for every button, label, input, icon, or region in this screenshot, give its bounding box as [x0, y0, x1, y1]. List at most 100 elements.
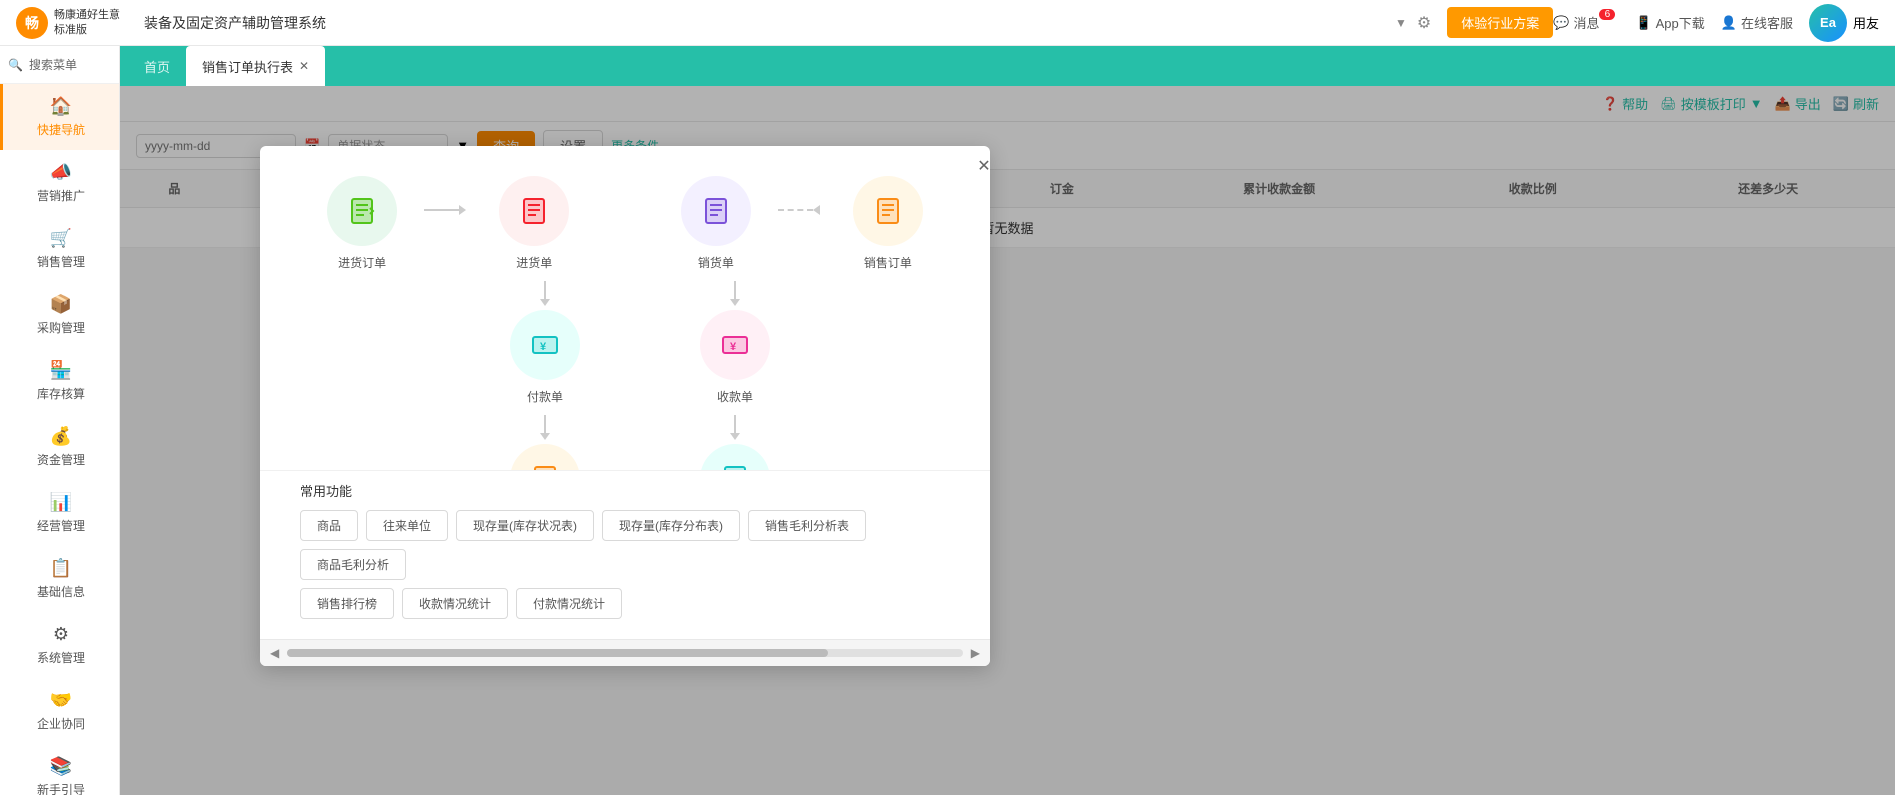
sidebar-search[interactable]: 🔍 搜索菜单: [0, 46, 119, 84]
sales-invoice-label: 销货单: [698, 254, 734, 271]
page-content: ❓ 帮助 🖨 按模板打印 ▼ 📤 导出 🔄 刷新: [120, 86, 1895, 795]
system-icon: ⚙: [53, 624, 69, 645]
app-download-button[interactable]: 📱 App下载: [1635, 13, 1704, 32]
logo-text: 畅康通好生意 标准版: [54, 8, 120, 37]
tab-close-icon[interactable]: ✕: [299, 59, 309, 73]
finance-icon: 💰: [50, 426, 72, 447]
modal-overlay: 进货订单: [120, 86, 1895, 795]
btn-stock-dist[interactable]: 现存量(库存分布表): [602, 510, 740, 541]
header-actions: 💬 消息 6 📱 App下载 👤 在线客服 Ea 用友: [1553, 4, 1879, 42]
btn-payment-stats[interactable]: 付款情况统计: [516, 588, 622, 619]
logo-area: 畅 畅康通好生意 标准版: [16, 7, 136, 39]
user-avatar-area[interactable]: Ea 用友: [1809, 4, 1879, 42]
purchase-receipt-circle: [499, 176, 569, 246]
supplier-ledger-circle: [510, 444, 580, 470]
sidebar-item-quick-nav[interactable]: 🏠 快捷导航: [0, 84, 119, 150]
vertical-arrows-row-2: [300, 415, 950, 440]
online-service-button[interactable]: 👤 在线客服: [1721, 13, 1793, 32]
payment-label: 付款单: [527, 388, 563, 405]
sidebar-item-purchase[interactable]: 📦 采购管理: [0, 282, 119, 348]
sidebar-item-base-info[interactable]: 📋 基础信息: [0, 546, 119, 612]
btn-stock-status[interactable]: 现存量(库存状况表): [456, 510, 594, 541]
tab-sales-order-exec[interactable]: 销售订单执行表 ✕: [186, 46, 325, 86]
sidebar: 🔍 搜索菜单 🏠 快捷导航 📣 营销推广 🛒 销售管理 📦 采购管理 🏪 库存核…: [0, 46, 120, 795]
btn-product[interactable]: 商品: [300, 510, 358, 541]
flow-payment[interactable]: ¥ 付款单: [480, 310, 610, 405]
message-button[interactable]: 💬 消息 6: [1553, 13, 1619, 32]
tab-bar: 首页 销售订单执行表 ✕: [120, 46, 1895, 86]
enterprise-icon: 🤝: [50, 690, 72, 711]
content-area: 首页 销售订单执行表 ✕ ❓ 帮助 🖨 按模板打印 ▼: [120, 46, 1895, 795]
top-header: 畅 畅康通好生意 标准版 装备及固定资产辅助管理系统 ▼ ⚙ 体验行业方案 💬 …: [0, 0, 1895, 46]
sales-invoice-circle: [681, 176, 751, 246]
common-title: 常用功能: [300, 481, 950, 500]
flow-receipt[interactable]: ¥ 收款单: [670, 310, 800, 405]
system-settings-icon[interactable]: ⚙: [1417, 13, 1431, 33]
flow-section: 进货订单: [260, 146, 990, 470]
sidebar-item-beginner[interactable]: 📚 新手引导: [0, 744, 119, 795]
flow-purchase-receipt[interactable]: 进货单: [472, 176, 596, 271]
flow-sales-invoice[interactable]: 销货单: [654, 176, 778, 271]
flow-supplier-ledger[interactable]: 供应商账本: [480, 444, 610, 470]
flow-customer-ledger[interactable]: 客户账本: [670, 444, 800, 470]
base-info-icon: 📋: [50, 558, 72, 579]
btn-counterparty[interactable]: 往来单位: [366, 510, 448, 541]
message-badge: 6: [1599, 9, 1615, 20]
beginner-icon: 📚: [50, 756, 72, 777]
common-buttons-row-2: 销售排行榜 收款情况统计 付款情况统计: [300, 588, 950, 619]
download-icon: 📱: [1635, 15, 1651, 31]
modal-close-button[interactable]: ✕: [972, 154, 996, 178]
main-layout: 🔍 搜索菜单 🏠 快捷导航 📣 营销推广 🛒 销售管理 📦 采购管理 🏪 库存核…: [0, 46, 1895, 795]
sidebar-item-finance[interactable]: 💰 资金管理: [0, 414, 119, 480]
operations-icon: 📊: [50, 492, 72, 513]
experience-button[interactable]: 体验行业方案: [1447, 7, 1553, 38]
scroll-row: ◀ ▶: [260, 639, 990, 666]
arrow-2: [778, 205, 826, 243]
sidebar-item-system[interactable]: ⚙ 系统管理: [0, 612, 119, 678]
arrow-1: [424, 205, 472, 243]
common-section: 常用功能 商品 往来单位 现存量(库存状况表) 现存量(库存分布表) 销售毛利分…: [260, 470, 990, 639]
purchase-order-circle: [327, 176, 397, 246]
system-title: 装备及固定资产辅助管理系统: [144, 13, 1395, 33]
sidebar-item-sales[interactable]: 🛒 销售管理: [0, 216, 119, 282]
flow-row-3: 供应商账本: [300, 444, 950, 470]
user-avatar: Ea: [1809, 4, 1847, 42]
sales-order-label: 销售订单: [864, 254, 912, 271]
receipt-label: 收款单: [717, 388, 753, 405]
arrow-down-receipt: [670, 415, 800, 440]
sidebar-item-inventory[interactable]: 🏪 库存核算: [0, 348, 119, 414]
receipt-circle: ¥: [700, 310, 770, 380]
btn-product-gross[interactable]: 商品毛利分析: [300, 549, 406, 580]
scroll-left-icon[interactable]: ◀: [270, 646, 279, 660]
flow-purchase-order[interactable]: 进货订单: [300, 176, 424, 271]
purchase-order-label: 进货订单: [338, 254, 386, 271]
vertical-arrows-row: [300, 281, 950, 306]
purchase-icon: 📦: [50, 294, 72, 315]
flow-row-1: 进货订单: [300, 176, 950, 271]
payment-circle: ¥: [510, 310, 580, 380]
sidebar-item-operations[interactable]: 📊 经营管理: [0, 480, 119, 546]
search-icon: 🔍: [8, 58, 23, 72]
scroll-thumb: [287, 649, 827, 657]
sales-icon: 🛒: [50, 228, 72, 249]
arrow-down-payment: [480, 415, 610, 440]
system-dropdown-icon[interactable]: ▼: [1395, 16, 1407, 30]
flow-sales-order[interactable]: 销售订单: [826, 176, 950, 271]
arrow-down-sales: [670, 281, 800, 306]
common-buttons-row-1: 商品 往来单位 现存量(库存状况表) 现存量(库存分布表) 销售毛利分析表 商品…: [300, 510, 950, 580]
scroll-track[interactable]: [287, 649, 963, 657]
sidebar-item-marketing[interactable]: 📣 营销推广: [0, 150, 119, 216]
marketing-icon: 📣: [50, 162, 72, 183]
flow-row-2: ¥ 付款单: [300, 310, 950, 405]
btn-receipt-stats[interactable]: 收款情况统计: [402, 588, 508, 619]
btn-sales-ranking[interactable]: 销售排行榜: [300, 588, 394, 619]
svg-text:¥: ¥: [730, 341, 737, 353]
tab-home[interactable]: 首页: [128, 46, 186, 86]
sidebar-item-enterprise[interactable]: 🤝 企业协同: [0, 678, 119, 744]
btn-sales-gross[interactable]: 销售毛利分析表: [748, 510, 866, 541]
quick-nav-icon: 🏠: [50, 96, 72, 117]
scroll-right-icon[interactable]: ▶: [971, 646, 980, 660]
arrow-down-purchase: [480, 281, 610, 306]
svg-text:¥: ¥: [540, 341, 547, 353]
purchase-receipt-label: 进货单: [516, 254, 552, 271]
